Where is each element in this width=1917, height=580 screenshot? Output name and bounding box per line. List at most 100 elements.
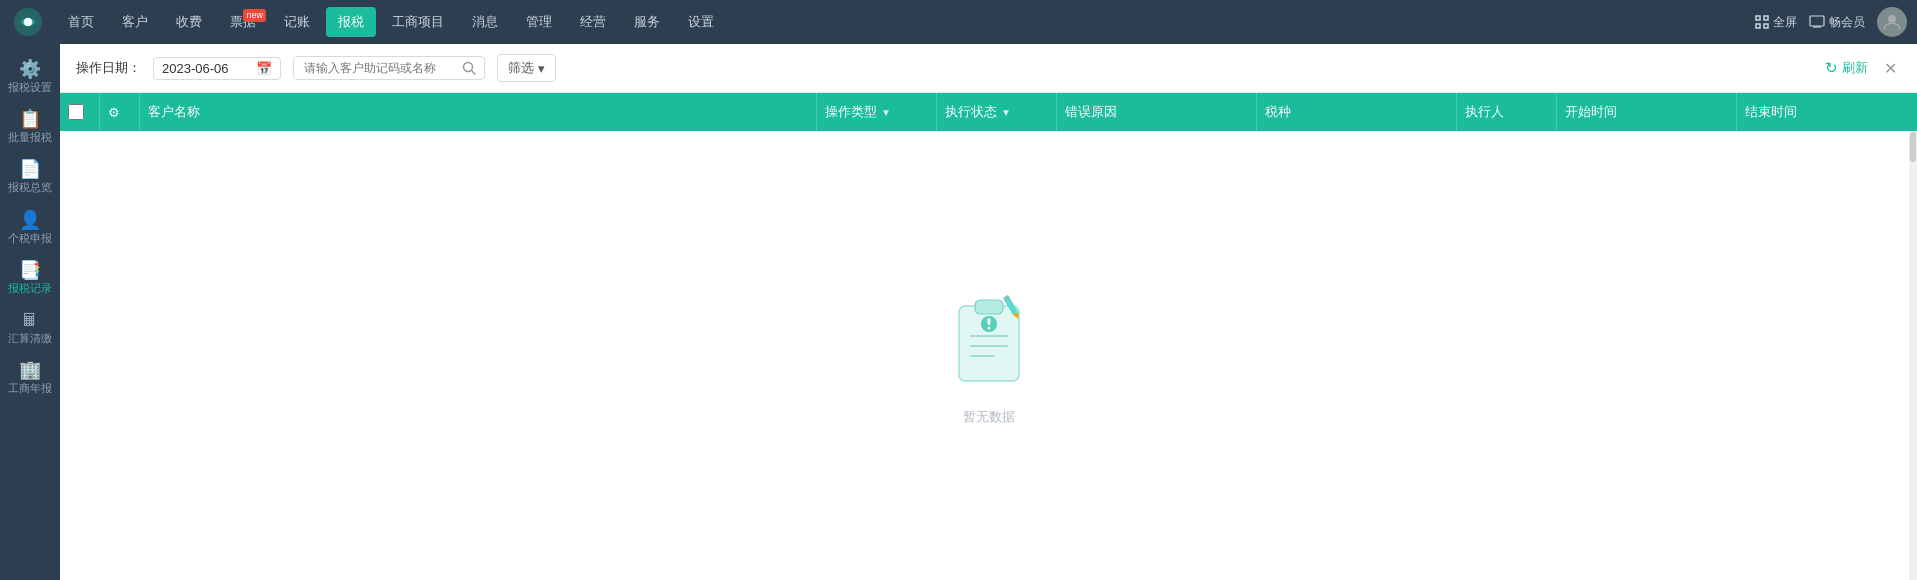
sidebar-label-batch-tax: 批量报税 xyxy=(8,131,52,144)
close-button[interactable]: ✕ xyxy=(1880,57,1901,80)
th-executor-label: 执行人 xyxy=(1465,103,1504,121)
svg-line-9 xyxy=(472,71,476,75)
nav-settings[interactable]: 设置 xyxy=(676,7,726,37)
search-wrap xyxy=(293,56,485,80)
th-operation-type[interactable]: 操作类型 ▼ xyxy=(817,93,937,131)
tax-overview-icon: 📄 xyxy=(19,160,41,178)
main-layout: ⚙️ 报税设置 📋 批量报税 📄 报税总览 👤 个税申报 📑 报税记录 🖩 汇算… xyxy=(0,44,1917,580)
nav-fee[interactable]: 收费 xyxy=(164,7,214,37)
th-customer-name: 客户名称 xyxy=(140,93,817,131)
empty-illustration xyxy=(939,286,1039,396)
th-end-time-label: 结束时间 xyxy=(1745,103,1797,121)
search-input[interactable] xyxy=(294,57,454,79)
scroll-thumb xyxy=(1910,132,1916,162)
svg-rect-16 xyxy=(987,318,990,325)
tax-settings-icon: ⚙️ xyxy=(19,60,41,78)
empty-text: 暂无数据 xyxy=(963,408,1015,426)
filter-label: 筛选 xyxy=(508,59,534,77)
nav-bookkeeping[interactable]: 记账 xyxy=(272,7,322,37)
nav-home[interactable]: 首页 xyxy=(56,7,106,37)
th-error-reason: 错误原因 xyxy=(1057,93,1257,131)
svg-point-1 xyxy=(24,18,32,26)
sidebar-label-annual-report: 工商年报 xyxy=(8,382,52,395)
sidebar-item-tax-overview[interactable]: 📄 报税总览 xyxy=(0,152,60,202)
th-settings[interactable]: ⚙ xyxy=(100,93,140,131)
sidebar-item-batch-tax[interactable]: 📋 批量报税 xyxy=(0,102,60,152)
th-exec-status[interactable]: 执行状态 ▼ xyxy=(937,93,1057,131)
sort-icon-operation: ▼ xyxy=(881,107,891,118)
top-nav: 首页 客户 收费 票据 new 记账 报税 工商项目 消息 管理 经营 服务 设… xyxy=(0,0,1917,44)
sidebar-label-personal-tax: 个税申报 xyxy=(8,232,52,245)
refresh-icon: ↻ xyxy=(1825,59,1838,77)
annual-report-icon: 🏢 xyxy=(19,361,41,379)
svg-rect-4 xyxy=(1756,24,1760,28)
th-tax-type-label: 税种 xyxy=(1265,103,1291,121)
svg-rect-11 xyxy=(975,300,1003,314)
svg-point-17 xyxy=(987,326,990,329)
nav-message[interactable]: 消息 xyxy=(460,7,510,37)
sidebar-label-tax-overview: 报税总览 xyxy=(8,181,52,194)
nav-service[interactable]: 服务 xyxy=(622,7,672,37)
fullscreen-button[interactable]: 全屏 xyxy=(1755,14,1797,31)
batch-tax-icon: 📋 xyxy=(19,110,41,128)
scroll-indicator[interactable] xyxy=(1909,131,1917,580)
svg-point-7 xyxy=(1888,15,1896,23)
th-exec-status-label: 执行状态 xyxy=(945,103,997,121)
th-start-time: 开始时间 xyxy=(1557,93,1737,131)
th-executor: 执行人 xyxy=(1457,93,1557,131)
chevron-down-icon: ▾ xyxy=(538,61,545,76)
sidebar-label-annual-settlement: 汇算清缴 xyxy=(8,332,52,345)
th-end-time: 结束时间 xyxy=(1737,93,1917,131)
table-header: ⚙ 客户名称 操作类型 ▼ 执行状态 ▼ 错误原因 税种 xyxy=(60,93,1917,131)
th-operation-type-label: 操作类型 xyxy=(825,103,877,121)
table-body: 暂无数据 xyxy=(60,131,1917,580)
date-label: 操作日期： xyxy=(76,59,141,77)
tax-record-icon: 📑 xyxy=(19,261,41,279)
nav-right: 全屏 畅会员 xyxy=(1755,7,1907,37)
member-button[interactable]: 畅会员 xyxy=(1809,14,1865,31)
nav-tax[interactable]: 报税 xyxy=(326,7,376,37)
sidebar-item-personal-tax[interactable]: 👤 个税申报 xyxy=(0,203,60,253)
calendar-icon: 📅 xyxy=(256,61,272,76)
th-error-reason-label: 错误原因 xyxy=(1065,103,1117,121)
refresh-button[interactable]: ↻ 刷新 xyxy=(1825,59,1868,77)
fullscreen-label: 全屏 xyxy=(1773,14,1797,31)
svg-rect-2 xyxy=(1756,16,1760,20)
nav-business2[interactable]: 经营 xyxy=(568,7,618,37)
personal-tax-icon: 👤 xyxy=(19,211,41,229)
th-tax-type: 税种 xyxy=(1257,93,1457,131)
empty-state: 暂无数据 xyxy=(939,286,1039,426)
sidebar: ⚙️ 报税设置 📋 批量报税 📄 报税总览 👤 个税申报 📑 报税记录 🖩 汇算… xyxy=(0,44,60,580)
table-wrap: ⚙ 客户名称 操作类型 ▼ 执行状态 ▼ 错误原因 税种 xyxy=(60,93,1917,580)
settings-icon: ⚙ xyxy=(108,105,120,120)
logo[interactable] xyxy=(10,4,46,40)
sidebar-item-annual-report[interactable]: 🏢 工商年报 xyxy=(0,353,60,403)
th-checkbox[interactable] xyxy=(60,93,100,131)
nav-business[interactable]: 工商项目 xyxy=(380,7,456,37)
sidebar-label-tax-settings: 报税设置 xyxy=(8,81,52,94)
svg-rect-6 xyxy=(1810,16,1824,26)
nav-manage[interactable]: 管理 xyxy=(514,7,564,37)
nav-items: 首页 客户 收费 票据 new 记账 报税 工商项目 消息 管理 经营 服务 设… xyxy=(56,7,1755,37)
sidebar-item-tax-record[interactable]: 📑 报税记录 xyxy=(0,253,60,303)
close-icon: ✕ xyxy=(1884,60,1897,77)
sort-icon-status: ▼ xyxy=(1001,107,1011,118)
refresh-label: 刷新 xyxy=(1842,59,1868,77)
nav-ticket[interactable]: 票据 new xyxy=(218,7,268,37)
nav-customer[interactable]: 客户 xyxy=(110,7,160,37)
sidebar-item-annual-settlement[interactable]: 🖩 汇算清缴 xyxy=(0,303,60,353)
svg-rect-3 xyxy=(1764,16,1768,20)
filter-button[interactable]: 筛选 ▾ xyxy=(497,54,556,82)
avatar[interactable] xyxy=(1877,7,1907,37)
annual-settlement-icon: 🖩 xyxy=(21,311,39,329)
date-input-wrap[interactable]: 📅 xyxy=(153,57,281,80)
date-input[interactable] xyxy=(162,61,252,76)
toolbar: 操作日期： 📅 筛选 ▾ ↻ 刷新 ✕ xyxy=(60,44,1917,93)
svg-rect-5 xyxy=(1764,24,1768,28)
th-customer-name-label: 客户名称 xyxy=(148,103,200,121)
content-area: 操作日期： 📅 筛选 ▾ ↻ 刷新 ✕ xyxy=(60,44,1917,580)
search-button[interactable] xyxy=(454,57,484,79)
member-label: 畅会员 xyxy=(1829,14,1865,31)
select-all-checkbox[interactable] xyxy=(68,104,84,120)
sidebar-item-tax-settings[interactable]: ⚙️ 报税设置 xyxy=(0,52,60,102)
